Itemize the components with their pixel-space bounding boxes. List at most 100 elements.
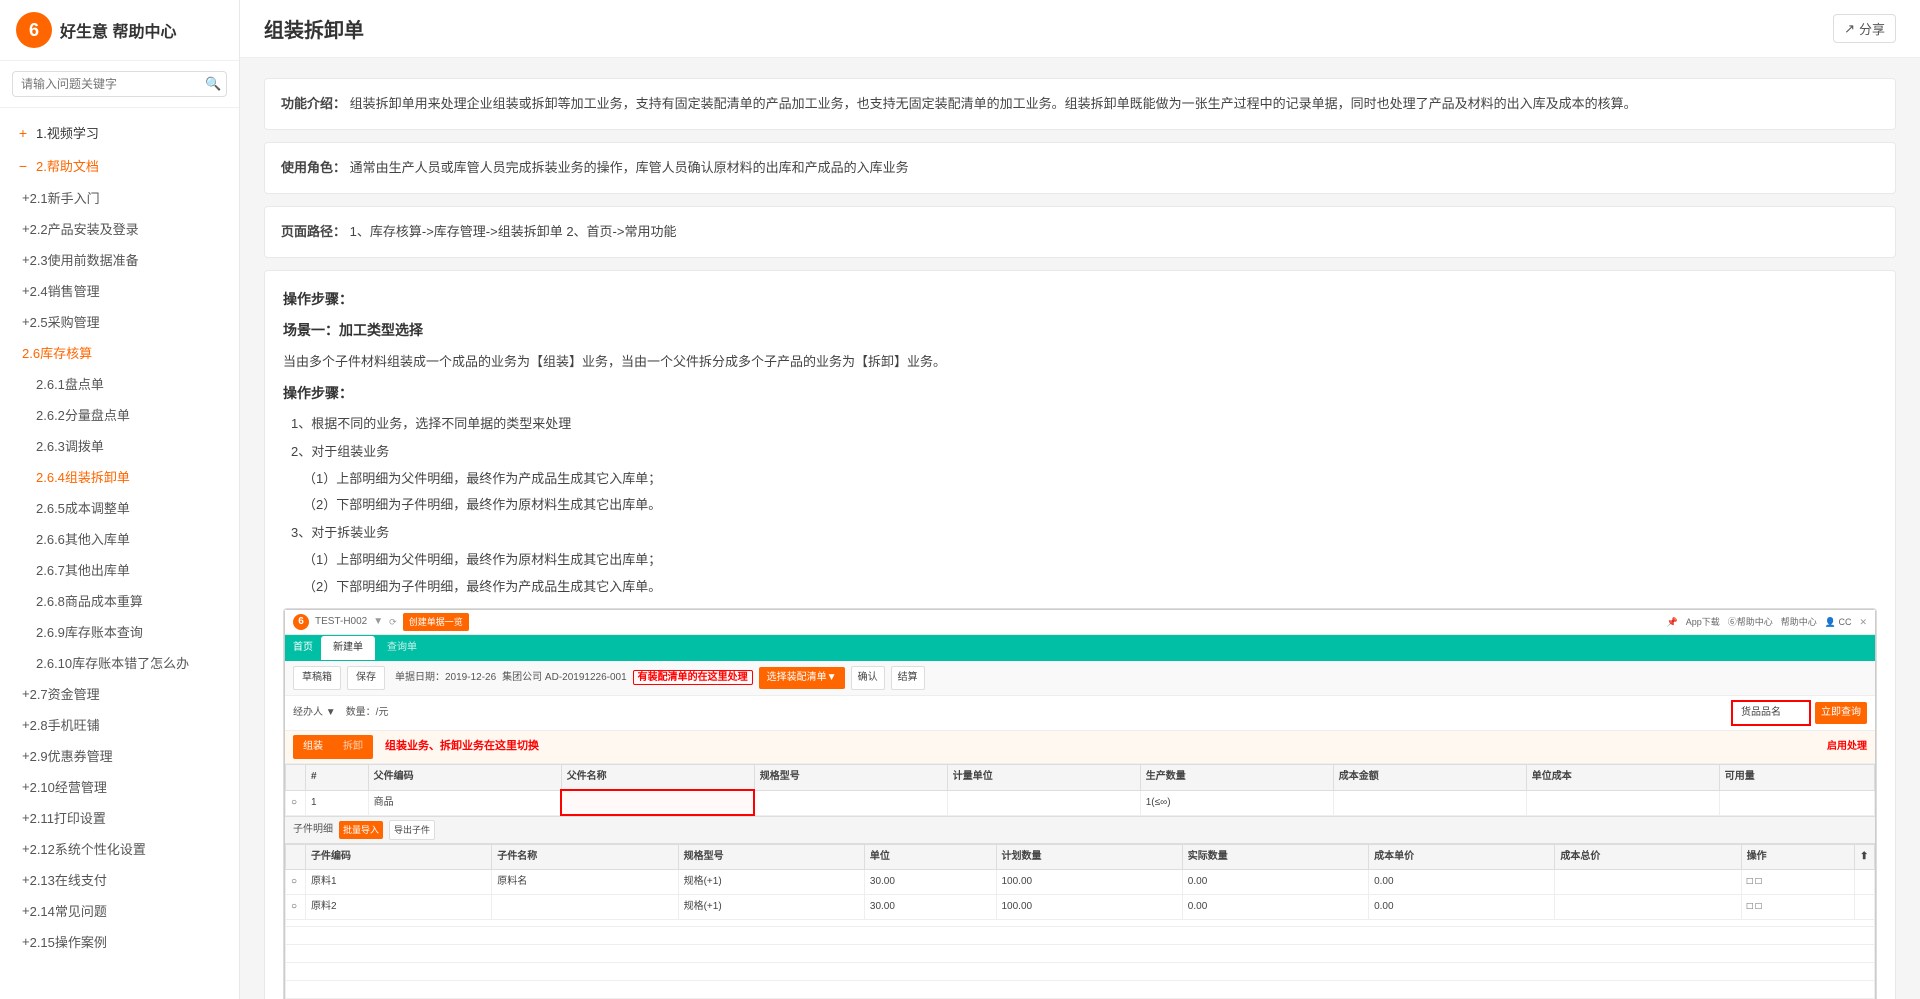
lower-empty-4: [286, 927, 1875, 945]
search-input[interactable]: [12, 71, 227, 97]
role-intro-label: 使用角色：: [281, 160, 346, 175]
fake-logo-icon: 6: [293, 614, 309, 630]
nav-section-docs-items: + 2.1新手入门 + 2.2产品安装及登录 + 2.3使用前数据准备 + 2.…: [0, 182, 239, 957]
col-available: 可用量: [1719, 765, 1874, 791]
ops-label: 操作步骤：: [283, 287, 1877, 312]
step-2: 2、对于组装业务: [283, 440, 1877, 463]
sidebar-item-cost-adj[interactable]: 2.6.5成本调整单: [0, 492, 239, 523]
sidebar-item-other-out[interactable]: 2.6.7其他出库单: [0, 554, 239, 585]
lower-col-spec: 规格型号: [678, 845, 864, 870]
fake-search-area: 货品品名 立即查询: [1731, 700, 1867, 726]
feature-intro-text: 组装拆卸单用来处理企业组装或拆卸等加工业务，支持有固定装配清单的产品加工业务，也…: [350, 96, 1637, 111]
lower-table-row-4: [286, 927, 1875, 945]
sidebar-item-mobile[interactable]: + 2.8手机旺铺: [0, 709, 239, 740]
cell-unit-1: [947, 790, 1140, 815]
cell-avail-1: [1719, 790, 1874, 815]
sidebar-item-ledger-fix[interactable]: 2.6.10库存账本错了怎么办: [0, 647, 239, 678]
sidebar-item-docs[interactable]: − 2.帮助文档: [0, 149, 239, 182]
feature-intro-block: 功能介绍： 组装拆卸单用来处理企业组装或拆卸等加工业务，支持有固定装配清单的产品…: [264, 78, 1896, 130]
lower-col-select: [286, 845, 306, 870]
step-3-1: （1）上部明细为父件明细，最终作为原材料生成其它出库单；: [283, 548, 1877, 571]
plus-icon-28: +: [22, 717, 30, 732]
fake-dropdown: ▼: [373, 613, 383, 631]
lower-cell-check-1: ○: [286, 870, 306, 895]
sidebar-item-faq[interactable]: + 2.14常见问题: [0, 895, 239, 926]
lower-empty-7: [286, 981, 1875, 999]
sidebar-item-finance[interactable]: + 2.7资金管理: [0, 678, 239, 709]
share-button[interactable]: ↗ 分享: [1833, 14, 1896, 43]
lower-col-ops: 操作: [1741, 845, 1854, 870]
cell-unit-cost-1: [1526, 790, 1719, 815]
share-icon: ↗: [1844, 21, 1855, 37]
annotation-text-3: 启用处理: [1827, 738, 1867, 756]
sidebar-item-ops[interactable]: + 2.10经营管理: [0, 771, 239, 802]
lower-col-actual: 实际数量: [1182, 845, 1368, 870]
sidebar-item-coupon[interactable]: + 2.9优惠券管理: [0, 740, 239, 771]
cell-parent-code-1: 商品: [368, 790, 561, 815]
breadcrumb-block: 页面路径： 1、库存核算->库存管理->组装拆卸单 2、首页->常用功能: [264, 206, 1896, 258]
sidebar-item-ledger-query[interactable]: 2.6.9库存账本查询: [0, 616, 239, 647]
plus-icon-21: +: [22, 190, 30, 205]
col-seq: #: [306, 765, 369, 791]
fake-tabbar: 首页 新建单 查询单: [285, 635, 1875, 661]
scene1-desc: 当由多个子件材料组装成一个成品的业务为【组装】业务，当由一个父件拆分成多个子产品…: [283, 350, 1877, 373]
sidebar-item-assembly[interactable]: 2.6.4组装拆卸单: [0, 461, 239, 492]
sidebar-item-cost-recalc[interactable]: 2.6.8商品成本重算: [0, 585, 239, 616]
fake-ui: 6 TEST-H002 ▼ ⟳ 创建单据一览 📌 App下载 ⑥帮助中心 帮助中…: [284, 609, 1876, 999]
sidebar-item-partial-stocktake[interactable]: 2.6.2分量盘点单: [0, 399, 239, 430]
lower-cell-expand-1: [1855, 870, 1875, 895]
table-row: ○ 1 商品 1(≤∞): [286, 790, 1875, 815]
fake-search-input: 货品品名: [1731, 700, 1811, 726]
sidebar-item-install[interactable]: + 2.2产品安装及登录: [0, 213, 239, 244]
sidebar-item-dataprep[interactable]: + 2.3使用前数据准备: [0, 244, 239, 275]
sidebar-item-video[interactable]: + 1.视频学习: [0, 116, 239, 149]
lower-cell-name-1: 原料名: [492, 870, 678, 895]
sidebar-item-stocktake[interactable]: 2.6.1盘点单: [0, 368, 239, 399]
sidebar: 6 好生意 帮助中心 🔍 + 1.视频学习 − 2.帮助文档 + 2.: [0, 0, 240, 999]
sidebar-item-other-in[interactable]: 2.6.6其他入库单: [0, 523, 239, 554]
role-intro-text: 通常由生产人员或库管人员完成拆装业务的操作，库管人员确认原材料的出库和产成品的入…: [350, 160, 909, 175]
fake-import-btn: 批量导入: [339, 821, 383, 839]
lower-cell-expand-2: [1855, 895, 1875, 920]
lower-empty-6: [286, 963, 1875, 981]
fake-save-draft: 草稿箱: [293, 666, 341, 690]
plus-icon-212: +: [22, 841, 30, 856]
page-title: 组装拆卸单: [264, 14, 364, 43]
lower-empty-5: [286, 945, 1875, 963]
sidebar-item-cases[interactable]: + 2.15操作案例: [0, 926, 239, 957]
main-content: 组装拆卸单 ↗ 分享 功能介绍： 组装拆卸单用来处理企业组装或拆卸等加工业务，支…: [240, 0, 1920, 999]
lower-cell-code-1: 原料1: [306, 870, 492, 895]
col-unit-cost: 单位成本: [1526, 765, 1719, 791]
sidebar-item-inventory[interactable]: 2.6库存核算: [0, 337, 239, 368]
lower-table-row-7: [286, 981, 1875, 999]
plus-icon-23: +: [22, 252, 30, 267]
fake-type-toggle: 组装 拆卸: [293, 735, 373, 759]
lower-cell-plan-2: 100.00: [996, 895, 1182, 920]
fake-refresh: ⟳: [389, 614, 397, 630]
fake-topbar-left: 6 TEST-H002 ▼ ⟳ 创建单据一览: [293, 613, 469, 631]
lower-cell-cost-1: 0.00: [1369, 870, 1555, 895]
sidebar-item-print[interactable]: + 2.11打印设置: [0, 802, 239, 833]
search-bar: 🔍: [0, 61, 239, 108]
fake-close-icon: ✕: [1859, 614, 1867, 630]
lower-cell-actual-2: 0.00: [1182, 895, 1368, 920]
col-count: 生产数量: [1140, 765, 1333, 791]
step-1: 1、根据不同的业务，选择不同单据的类型来处理: [283, 412, 1877, 435]
cell-check: ○: [286, 790, 306, 815]
search-icon[interactable]: 🔍: [205, 76, 221, 92]
sidebar-item-customize[interactable]: + 2.12系统个性化设置: [0, 833, 239, 864]
sidebar-item-payment[interactable]: + 2.13在线支付: [0, 864, 239, 895]
plus-icon-24: +: [22, 283, 30, 298]
col-parent-name: 父件名称: [561, 765, 754, 791]
sidebar-item-transfer[interactable]: 2.6.3调拨单: [0, 430, 239, 461]
breadcrumb-text: 1、库存核算->库存管理->组装拆卸单 2、首页->常用功能: [350, 224, 677, 239]
fake-assemble-btn: 组装: [293, 735, 333, 759]
fake-info-row: 经办人 ▼ 数量：/元 货品品名 立即查询: [285, 696, 1875, 731]
nav-section-docs: − 2.帮助文档 + 2.1新手入门 + 2.2产品安装及登录 + 2.3使用前…: [0, 149, 239, 957]
lower-cell-spec-1: 规格(+1): [678, 870, 864, 895]
fake-help: ⑥帮助中心: [1728, 614, 1773, 630]
sidebar-item-sales[interactable]: + 2.4销售管理: [0, 275, 239, 306]
sidebar-item-newcomer[interactable]: + 2.1新手入门: [0, 182, 239, 213]
sidebar-item-purchase[interactable]: + 2.5采购管理: [0, 306, 239, 337]
logo-bar: 6 好生意 帮助中心: [0, 0, 239, 61]
